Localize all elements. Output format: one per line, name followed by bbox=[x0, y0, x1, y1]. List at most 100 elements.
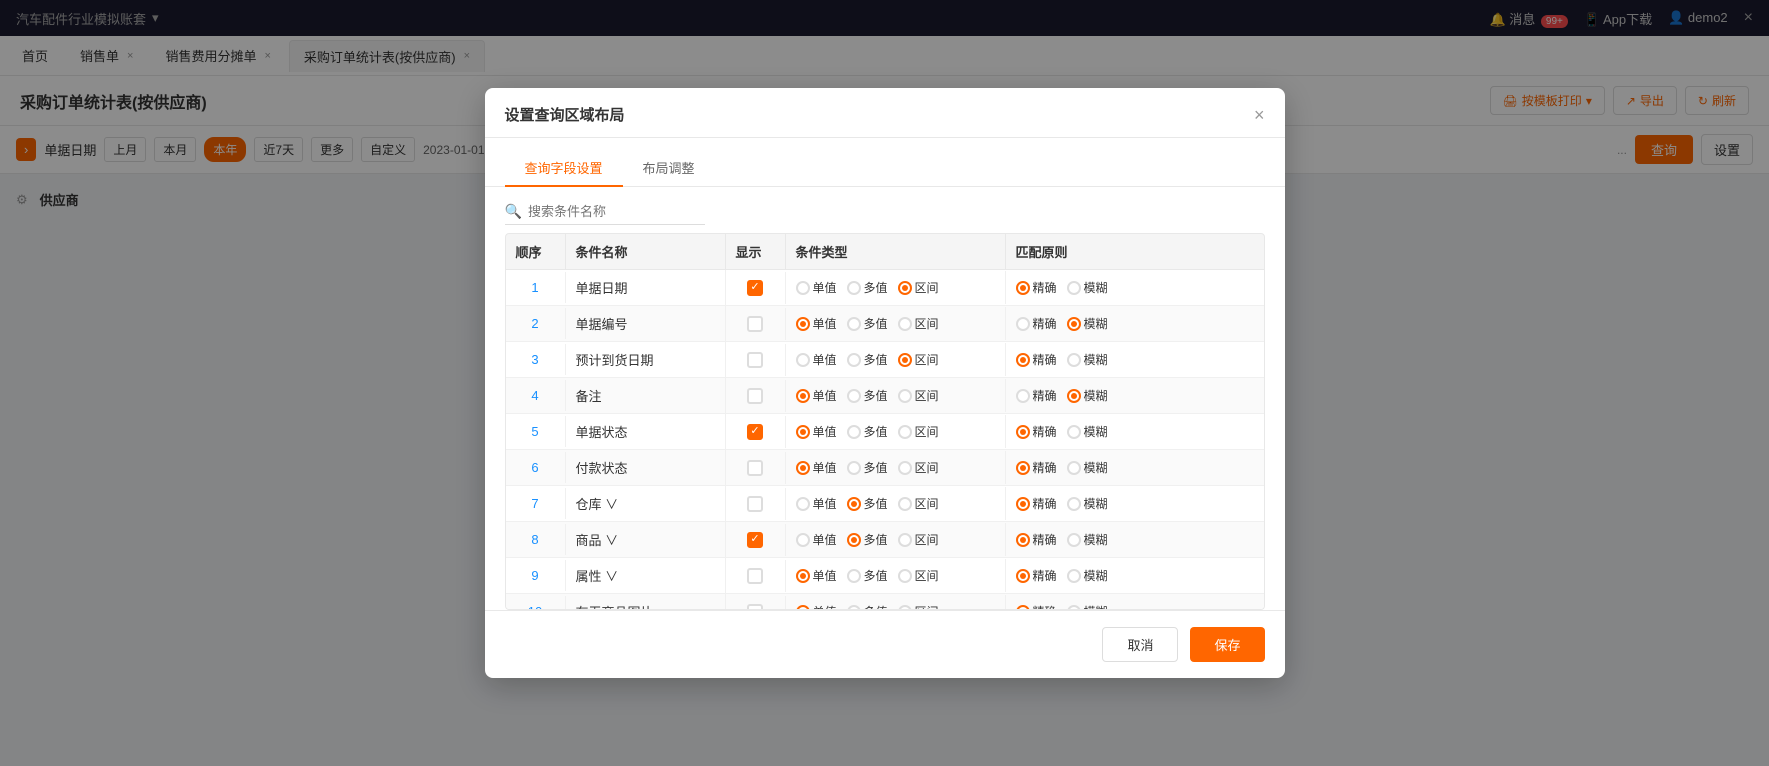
cell-cond-type: 单值 多值 区间 bbox=[786, 595, 1006, 610]
radio-exact[interactable]: 精确 bbox=[1016, 351, 1057, 368]
radio-exact[interactable]: 精确 bbox=[1016, 567, 1057, 584]
radio-circle-multi bbox=[847, 281, 861, 295]
cell-cond-type: 单值多值区间 bbox=[786, 271, 1006, 304]
radio-multi[interactable]: 多值 bbox=[847, 531, 888, 548]
cell-display[interactable] bbox=[726, 560, 786, 592]
cell-display[interactable] bbox=[726, 308, 786, 340]
radio-range[interactable]: 区间 bbox=[898, 495, 939, 512]
display-checkbox[interactable] bbox=[747, 568, 763, 584]
radio-circle-exact bbox=[1016, 425, 1030, 439]
radio-exact[interactable]: 精确 bbox=[1016, 279, 1057, 296]
radio-range[interactable]: 区间 bbox=[898, 567, 939, 584]
radio-exact[interactable]: 精确 bbox=[1016, 495, 1057, 512]
radio-range[interactable]: 区间 bbox=[898, 351, 939, 368]
radio-exact[interactable]: 精确 bbox=[1016, 603, 1057, 610]
radio-range[interactable]: 区间 bbox=[898, 603, 939, 610]
radio-circle-multi bbox=[847, 497, 861, 511]
radio-multi[interactable]: 多值 bbox=[847, 567, 888, 584]
radio-single[interactable]: 单值 bbox=[796, 423, 837, 440]
display-checkbox[interactable] bbox=[747, 424, 763, 440]
cell-match-rule: 精确模糊 bbox=[1006, 379, 1206, 412]
radio-circle-exact bbox=[1016, 353, 1030, 367]
radio-single[interactable]: 单值 bbox=[796, 315, 837, 332]
cell-display[interactable] bbox=[726, 488, 786, 520]
radio-single[interactable]: 单值 bbox=[796, 531, 837, 548]
radio-circle-exact bbox=[1016, 317, 1030, 331]
table-row: 2单据编号单值多值区间精确模糊 bbox=[506, 306, 1264, 342]
radio-exact[interactable]: 精确 bbox=[1016, 315, 1057, 332]
display-checkbox[interactable] bbox=[747, 460, 763, 476]
table-row: 3预计到货日期单值多值区间精确模糊 bbox=[506, 342, 1264, 378]
tab-query-fields[interactable]: 查询字段设置 bbox=[505, 150, 623, 187]
radio-exact[interactable]: 精确 bbox=[1016, 459, 1057, 476]
radio-fuzzy[interactable]: 模糊 bbox=[1067, 459, 1108, 476]
table-row: 9属性 ∨单值多值区间精确模糊 bbox=[506, 558, 1264, 594]
col-header-match-rule: 匹配原则 bbox=[1006, 234, 1206, 269]
radio-exact[interactable]: 精确 bbox=[1016, 423, 1057, 440]
cell-display[interactable] bbox=[726, 344, 786, 376]
radio-single[interactable]: 单值 bbox=[796, 351, 837, 368]
cell-display[interactable] bbox=[726, 452, 786, 484]
radio-multi[interactable]: 多值 bbox=[847, 351, 888, 368]
cell-order: 4 bbox=[506, 380, 566, 411]
cell-match-rule: 精确模糊 bbox=[1006, 343, 1206, 376]
radio-multi[interactable]: 多值 bbox=[847, 459, 888, 476]
radio-multi[interactable]: 多值 bbox=[847, 315, 888, 332]
radio-single[interactable]: 单值 bbox=[796, 603, 837, 610]
radio-range[interactable]: 区间 bbox=[898, 279, 939, 296]
radio-circle-single bbox=[796, 569, 810, 583]
radio-multi[interactable]: 多值 bbox=[847, 603, 888, 610]
search-input[interactable] bbox=[528, 204, 688, 219]
radio-circle-single bbox=[796, 353, 810, 367]
display-checkbox[interactable] bbox=[747, 316, 763, 332]
cell-order: 9 bbox=[506, 560, 566, 591]
display-checkbox[interactable] bbox=[747, 280, 763, 296]
radio-circle-fuzzy bbox=[1067, 353, 1081, 367]
radio-range[interactable]: 区间 bbox=[898, 387, 939, 404]
radio-fuzzy[interactable]: 模糊 bbox=[1067, 531, 1108, 548]
cell-name: 商品 ∨ bbox=[566, 522, 726, 557]
radio-single[interactable]: 单值 bbox=[796, 567, 837, 584]
radio-fuzzy[interactable]: 模糊 bbox=[1067, 351, 1108, 368]
radio-range[interactable]: 区间 bbox=[898, 423, 939, 440]
radio-fuzzy[interactable]: 模糊 bbox=[1067, 567, 1108, 584]
radio-range[interactable]: 区间 bbox=[898, 531, 939, 548]
radio-circle-multi bbox=[847, 569, 861, 583]
radio-multi[interactable]: 多值 bbox=[847, 387, 888, 404]
radio-range[interactable]: 区间 bbox=[898, 459, 939, 476]
radio-multi[interactable]: 多值 bbox=[847, 423, 888, 440]
display-checkbox[interactable] bbox=[747, 496, 763, 512]
radio-exact[interactable]: 精确 bbox=[1016, 531, 1057, 548]
dialog-close-button[interactable]: × bbox=[1254, 106, 1265, 124]
cell-name: 仓库 ∨ bbox=[566, 486, 726, 521]
radio-fuzzy[interactable]: 模糊 bbox=[1067, 423, 1108, 440]
save-button[interactable]: 保存 bbox=[1190, 627, 1264, 662]
cell-match-rule: 精确模糊 bbox=[1006, 451, 1206, 484]
radio-single[interactable]: 单值 bbox=[796, 279, 837, 296]
cancel-button[interactable]: 取消 bbox=[1102, 627, 1178, 662]
radio-single[interactable]: 单值 bbox=[796, 387, 837, 404]
radio-fuzzy[interactable]: 模糊 bbox=[1067, 279, 1108, 296]
radio-circle-single bbox=[796, 425, 810, 439]
radio-fuzzy[interactable]: 模糊 bbox=[1067, 603, 1108, 610]
tab-layout-adjust[interactable]: 布局调整 bbox=[623, 150, 715, 187]
display-checkbox[interactable] bbox=[747, 388, 763, 404]
radio-fuzzy[interactable]: 模糊 bbox=[1067, 315, 1108, 332]
radio-circle-fuzzy bbox=[1067, 461, 1081, 475]
cell-display[interactable] bbox=[726, 416, 786, 448]
radio-fuzzy[interactable]: 模糊 bbox=[1067, 495, 1108, 512]
cell-display[interactable] bbox=[726, 380, 786, 412]
radio-single[interactable]: 单值 bbox=[796, 495, 837, 512]
display-checkbox[interactable] bbox=[747, 532, 763, 548]
radio-single[interactable]: 单值 bbox=[796, 459, 837, 476]
radio-exact[interactable]: 精确 bbox=[1016, 387, 1057, 404]
radio-circle-range bbox=[898, 533, 912, 547]
radio-multi[interactable]: 多值 bbox=[847, 495, 888, 512]
radio-fuzzy[interactable]: 模糊 bbox=[1067, 387, 1108, 404]
radio-multi[interactable]: 多值 bbox=[847, 279, 888, 296]
cell-display[interactable] bbox=[726, 596, 786, 611]
cell-display[interactable] bbox=[726, 524, 786, 556]
radio-range[interactable]: 区间 bbox=[898, 315, 939, 332]
cell-display[interactable] bbox=[726, 272, 786, 304]
display-checkbox[interactable] bbox=[747, 352, 763, 368]
